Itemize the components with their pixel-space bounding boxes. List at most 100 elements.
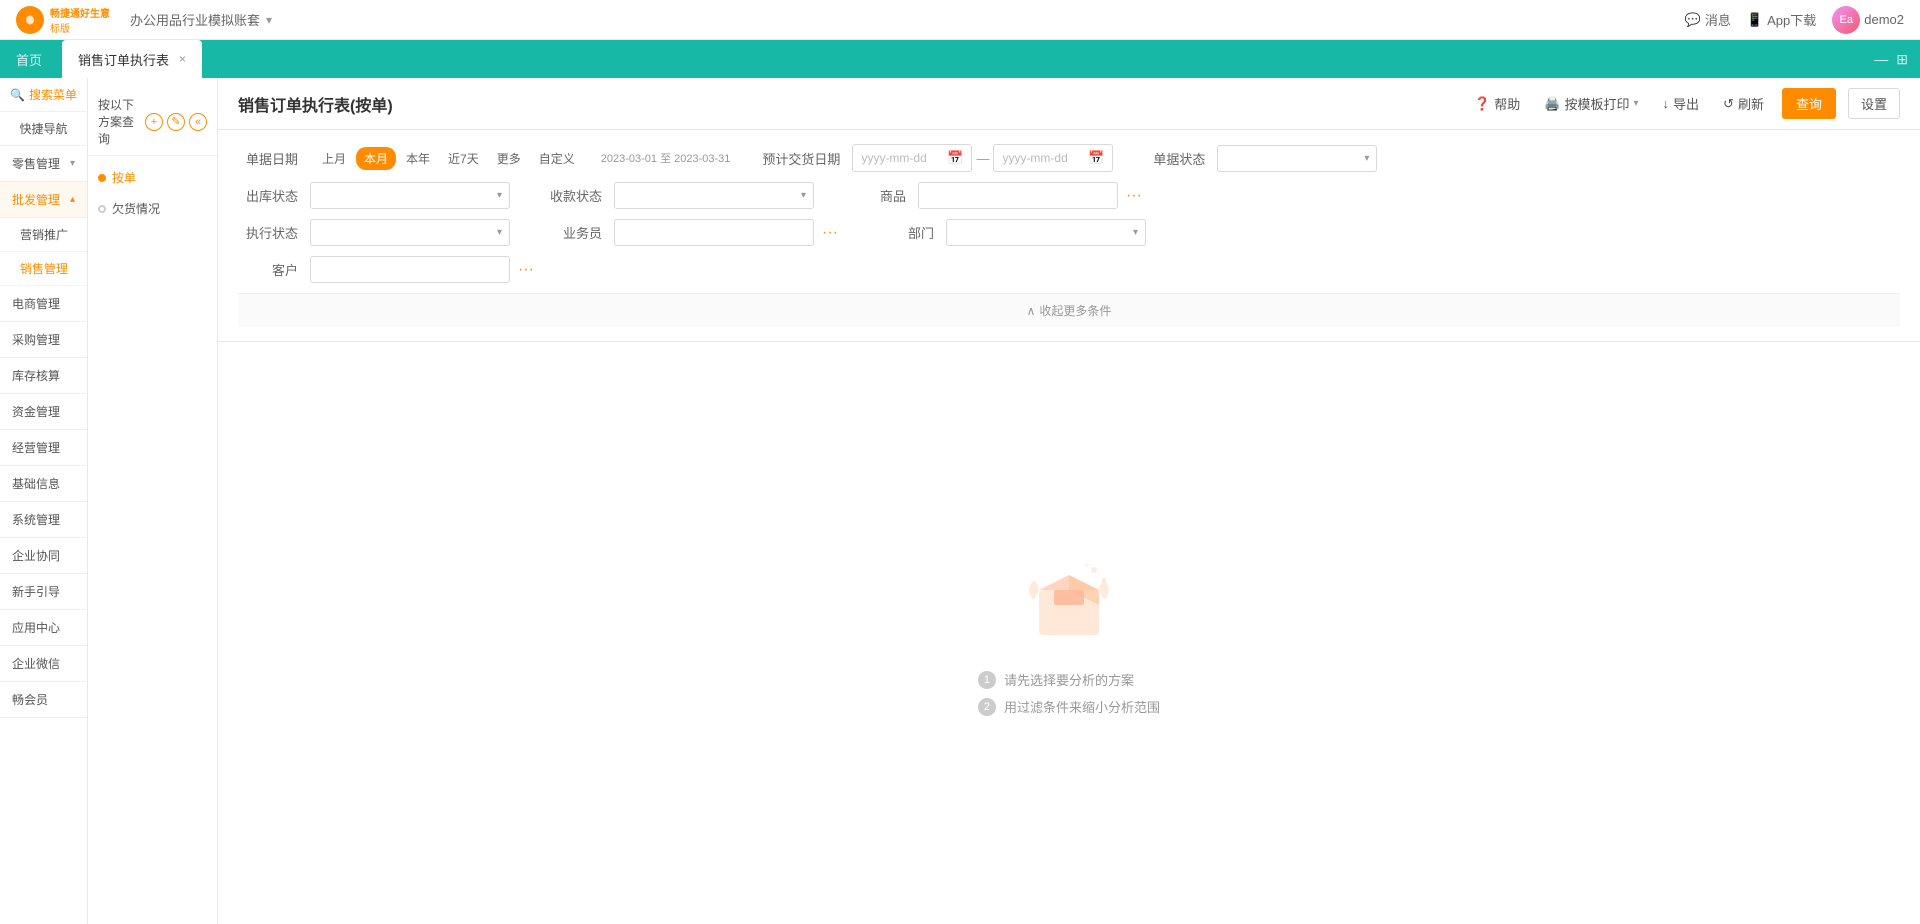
customer-more-icon[interactable]: ··· xyxy=(514,261,538,279)
refresh-button[interactable]: ↺ 刷新 xyxy=(1717,90,1770,117)
tip-1-number: 1 xyxy=(978,671,996,689)
filter-row-1: 单据日期 上月 本月 本年 近7天 更多 自定义 2023-03-01 至 20… xyxy=(238,144,1900,172)
date-tab-custom[interactable]: 自定义 xyxy=(531,147,583,170)
sidebar-item-sales[interactable]: 销售管理 xyxy=(0,252,87,286)
collapse-panel-button[interactable]: « xyxy=(189,113,207,131)
sidebar-item-guide[interactable]: 新手引导 xyxy=(0,574,87,610)
sidebar-item-system[interactable]: 系统管理 xyxy=(0,502,87,538)
tab-home[interactable]: 首页 xyxy=(0,40,58,78)
breadcrumb-arrow-icon[interactable]: ▾ xyxy=(266,13,272,27)
sidebar-item-ecommerce[interactable]: 电商管理 xyxy=(0,286,87,322)
delivery-status-label: 出库状态 xyxy=(238,186,298,205)
empty-tip-1: 1 请先选择要分析的方案 xyxy=(978,670,1160,689)
logo-text: 畅捷通好生意 标版 xyxy=(50,5,110,35)
status-select-wrapper: ▾ xyxy=(1217,145,1377,172)
sidebar-search[interactable]: 🔍 搜索菜单 xyxy=(0,78,87,112)
goods-more-icon[interactable]: ··· xyxy=(1122,187,1146,205)
salesperson-input[interactable] xyxy=(614,219,814,246)
add-scheme-button[interactable]: + xyxy=(145,113,163,131)
date-tab-this-month[interactable]: 本月 xyxy=(356,147,396,170)
collection-label: 收款状态 xyxy=(542,186,602,205)
print-arrow-icon: ▾ xyxy=(1634,98,1639,109)
retail-arrow-icon: ▾ xyxy=(70,158,75,169)
delivery-select[interactable] xyxy=(310,182,510,209)
date-tab-7days[interactable]: 近7天 xyxy=(440,147,487,170)
breadcrumb: 办公用品行业模拟账套 ▾ xyxy=(130,10,272,29)
export-icon: ↓ xyxy=(1663,96,1670,111)
logo-area: 畅捷通好生意 标版 xyxy=(16,5,110,35)
date-tab-this-year[interactable]: 本年 xyxy=(398,147,438,170)
export-button[interactable]: ↓ 导出 xyxy=(1657,90,1706,117)
goods-input-wrapper: ··· xyxy=(918,182,1146,209)
page-content: 按以下方案查询 + ✎ « 按单 欠货情况 xyxy=(88,78,1920,924)
calendar-end-icon: 📅 xyxy=(1088,150,1104,166)
tab-bar-right: — ⊞ xyxy=(1874,51,1920,68)
edit-scheme-button[interactable]: ✎ xyxy=(167,113,185,131)
logo-icon xyxy=(16,6,44,34)
tab-close-icon[interactable]: × xyxy=(179,52,186,66)
customer-input[interactable] xyxy=(310,256,510,283)
salesperson-more-icon[interactable]: ··· xyxy=(818,224,842,242)
app-download-action[interactable]: 📱 App下载 xyxy=(1747,10,1816,29)
tab-sales-execution[interactable]: 销售订单执行表 × xyxy=(62,40,202,78)
sidebar-item-finance[interactable]: 资金管理 xyxy=(0,394,87,430)
message-action[interactable]: 💬 消息 xyxy=(1685,10,1731,29)
collection-select-wrapper: ▾ xyxy=(614,182,814,209)
content-wrapper: 按以下方案查询 + ✎ « 按单 欠货情况 xyxy=(88,78,1920,924)
tab-minimize-icon[interactable]: — xyxy=(1874,51,1888,67)
date-tab-group: 上月 本月 本年 近7天 更多 自定义 xyxy=(314,147,583,170)
search-icon: 🔍 xyxy=(10,88,25,102)
print-button[interactable]: 🖨️ 按模板打印 ▾ xyxy=(1538,90,1644,117)
sidebar-item-retail[interactable]: 零售管理 ▾ xyxy=(0,146,87,182)
sidebar-item-member[interactable]: 畅会员 xyxy=(0,682,87,718)
sidebar-item-marketing[interactable]: 营销推广 xyxy=(0,218,87,252)
sidebar-item-quicknav[interactable]: 快捷导航 xyxy=(0,112,87,146)
user-action[interactable]: Ea demo2 xyxy=(1832,6,1904,34)
filter-row-3: 执行状态 ▾ 业务员 ··· 部门 xyxy=(238,219,1900,246)
nav-item-order[interactable]: 按单 xyxy=(88,162,217,193)
filter-row-2: 出库状态 ▾ 收款状态 ▾ xyxy=(238,182,1900,209)
help-button[interactable]: ❓ 帮助 xyxy=(1468,90,1526,117)
sidebar-item-enterprise[interactable]: 企业协同 xyxy=(0,538,87,574)
date-separator: — xyxy=(976,151,989,166)
avatar: Ea xyxy=(1832,6,1860,34)
sidebar-item-purchase[interactable]: 采购管理 xyxy=(0,322,87,358)
expected-date-start[interactable]: yyyy-mm-dd 📅 xyxy=(852,144,972,172)
collection-select[interactable] xyxy=(614,182,814,209)
tab-expand-icon[interactable]: ⊞ xyxy=(1896,51,1908,68)
salesperson-label: 业务员 xyxy=(542,223,602,242)
empty-tip-2: 2 用过滤条件来缩小分析范围 xyxy=(978,697,1160,716)
print-icon: 🖨️ xyxy=(1544,96,1560,112)
query-button[interactable]: 查询 xyxy=(1782,88,1836,119)
sidebar-item-appcenter[interactable]: 应用中心 xyxy=(0,610,87,646)
left-panel-icons: + ✎ « xyxy=(145,113,207,131)
status-select[interactable] xyxy=(1217,145,1377,172)
goods-input[interactable] xyxy=(918,182,1118,209)
nav-item-backorder[interactable]: 欠货情况 xyxy=(88,193,217,224)
sidebar-item-inventory[interactable]: 库存核算 xyxy=(0,358,87,394)
date-tab-last-month[interactable]: 上月 xyxy=(314,147,354,170)
expected-date-end[interactable]: yyyy-mm-dd 📅 xyxy=(993,144,1113,172)
execution-select[interactable] xyxy=(310,219,510,246)
filter-row-4: 客户 ··· xyxy=(238,256,1900,283)
download-icon: 📱 xyxy=(1747,12,1763,28)
dept-select[interactable] xyxy=(946,219,1146,246)
wholesale-arrow-icon: ▴ xyxy=(70,194,75,205)
status-label: 单据状态 xyxy=(1145,149,1205,168)
customer-label: 客户 xyxy=(238,260,298,279)
collapse-button[interactable]: ∧ 收起更多条件 xyxy=(1027,302,1112,319)
date-tab-more[interactable]: 更多 xyxy=(489,147,529,170)
sidebar-item-basic[interactable]: 基础信息 xyxy=(0,466,87,502)
dept-select-wrapper: ▾ xyxy=(946,219,1146,246)
top-header: 畅捷通好生意 标版 办公用品行业模拟账套 ▾ 💬 消息 📱 App下载 Ea d… xyxy=(0,0,1920,40)
salesperson-input-wrapper: ··· xyxy=(614,219,842,246)
settings-button[interactable]: 设置 xyxy=(1848,88,1900,119)
sidebar-item-wholesale[interactable]: 批发管理 ▴ xyxy=(0,182,87,218)
delivery-select-wrapper: ▾ xyxy=(310,182,510,209)
collapse-icon: ∧ xyxy=(1027,304,1036,318)
left-panel-header: 按以下方案查询 + ✎ « xyxy=(88,90,217,156)
empty-illustration xyxy=(1019,550,1119,650)
sidebar-item-wechat[interactable]: 企业微信 xyxy=(0,646,87,682)
date-range-text: 2023-03-01 至 2023-03-31 xyxy=(601,150,731,166)
sidebar-item-management[interactable]: 经营管理 xyxy=(0,430,87,466)
